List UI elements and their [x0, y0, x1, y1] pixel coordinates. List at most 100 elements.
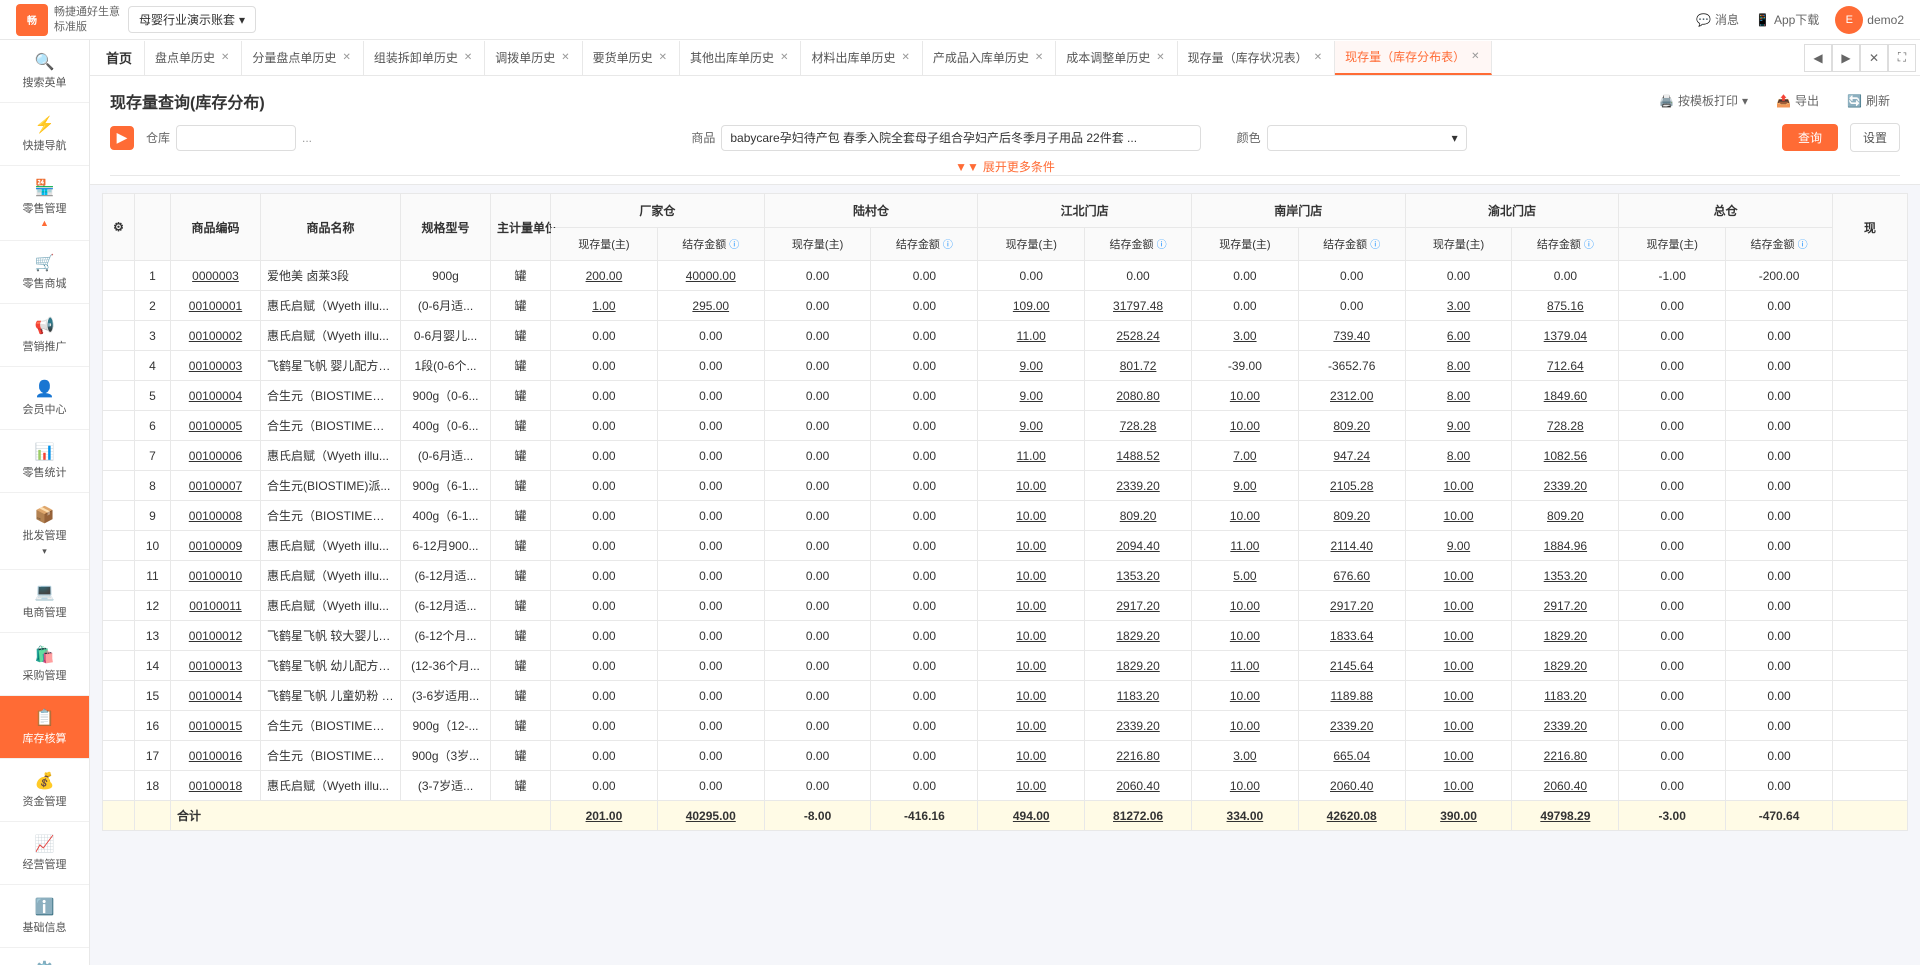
sidebar-item-search[interactable]: 🔍 搜索英单: [0, 40, 89, 103]
tab-close-icon[interactable]: ✕: [778, 50, 790, 65]
cell-spec: (6-12个月...: [401, 621, 491, 651]
sidebar-item-basic-info[interactable]: ℹ️ 基础信息: [0, 885, 89, 948]
cell-unit: 罐: [491, 621, 551, 651]
settings-icon[interactable]: ⚙: [113, 220, 124, 234]
color-select[interactable]: ▾: [1267, 125, 1467, 151]
cell-qty-0: 0.00: [551, 591, 658, 621]
sidebar-item-member[interactable]: 👤 会员中心: [0, 367, 89, 430]
settings-button[interactable]: 设置: [1850, 123, 1900, 152]
cell-qty-5: 0.00: [1619, 351, 1726, 381]
tab-product-in[interactable]: 产成品入库单历史 ✕: [923, 41, 1056, 75]
tab-close-icon[interactable]: ✕: [1469, 49, 1481, 64]
warehouse-input[interactable]: [176, 125, 296, 151]
tab-transfer[interactable]: 调拨单历史 ✕: [485, 41, 582, 75]
sidebar-item-retail-stats[interactable]: 📊 零售统计: [0, 430, 89, 493]
cell-amt-3: 2114.40: [1298, 531, 1405, 561]
sidebar-item-purchase[interactable]: 🛍️ 采购管理: [0, 633, 89, 696]
print-button[interactable]: 🖨️ 按模板打印 ▾: [1649, 88, 1758, 113]
cell-current: [1833, 681, 1908, 711]
cell-name: 合生元（BIOSTIME）...: [261, 711, 401, 741]
tab-order[interactable]: 要货单历史 ✕: [583, 41, 680, 75]
tab-inventory-check[interactable]: 盘点单历史 ✕: [145, 41, 242, 75]
warehouse-field: 仓库 ...: [146, 125, 679, 151]
cell-current: [1833, 261, 1908, 291]
sidebar-item-wholesale[interactable]: 📦 批发管理 ▾: [0, 493, 89, 570]
tab-close-icon[interactable]: ✕: [559, 50, 571, 65]
message-action[interactable]: 💬 消息: [1696, 11, 1739, 28]
tab-close-icon[interactable]: ✕: [1154, 50, 1166, 65]
sidebar-item-finance[interactable]: 💰 资金管理: [0, 759, 89, 822]
cell-current: [1833, 441, 1908, 471]
tab-prev-button[interactable]: ◀: [1804, 44, 1832, 72]
tab-close-icon[interactable]: ✕: [1312, 50, 1324, 65]
cell-unit: 罐: [491, 651, 551, 681]
sidebar-item-operations[interactable]: 📈 经营管理: [0, 822, 89, 885]
sidebar-item-ecommerce[interactable]: 💻 电商管理: [0, 570, 89, 633]
product-field: 商品: [691, 125, 1224, 151]
cell-amt-2: 2060.40: [1085, 771, 1192, 801]
chart-icon: 📈: [6, 834, 83, 854]
query-button[interactable]: 查询: [1782, 124, 1838, 151]
page-content: 现存量查询(库存分布) 🖨️ 按模板打印 ▾ 📤 导出: [90, 76, 1920, 965]
sidebar-item-retail-mgmt[interactable]: 🏪 零售管理 ▲: [0, 166, 89, 241]
th-settings[interactable]: ⚙: [103, 194, 135, 261]
sidebar-item-system[interactable]: ⚙️ 系统管理: [0, 948, 89, 965]
sidebar-item-quicknav[interactable]: ⚡ 快捷导航: [0, 103, 89, 166]
cell-settings: [103, 471, 135, 501]
tab-cost-adjust[interactable]: 成本调整单历史 ✕: [1056, 41, 1177, 75]
tab-next-button[interactable]: ▶: [1832, 44, 1860, 72]
marketing-icon: 📢: [6, 316, 83, 336]
tab-close-icon[interactable]: ✕: [1033, 50, 1045, 65]
cell-amt-0: 0.00: [657, 501, 764, 531]
cell-amt-2: 809.20: [1085, 501, 1192, 531]
cell-spec: (6-12月适...: [401, 561, 491, 591]
tab-out-history[interactable]: 其他出库单历史 ✕: [680, 41, 801, 75]
tab-close-icon[interactable]: ✕: [462, 50, 474, 65]
cell-name: 合生元（BIOSTIME）...: [261, 741, 401, 771]
nav-selector[interactable]: 母婴行业演示账套 ▾: [128, 6, 256, 33]
tab-stock-dist[interactable]: 现存量（库存分布表） ✕: [1335, 41, 1492, 75]
tab-material-out[interactable]: 材料出库单历史 ✕: [801, 41, 922, 75]
cell-unit: 罐: [491, 681, 551, 711]
export-button[interactable]: 📤 导出: [1766, 88, 1829, 113]
tab-assembly[interactable]: 组装拆卸单历史 ✕: [364, 41, 485, 75]
cell-qty-1: 0.00: [764, 741, 871, 771]
cell-qty-2: 10.00: [978, 561, 1085, 591]
sidebar-item-retail-shop[interactable]: 🛒 零售商城: [0, 241, 89, 304]
table-row: 18 00100018 惠氏启赋（Wyeth illu... (3-7岁适...…: [103, 771, 1908, 801]
sidebar-item-inventory[interactable]: 📋 库存核算: [0, 696, 89, 759]
cell-qty-3: 10.00: [1191, 591, 1298, 621]
cell-code: 00100012: [171, 621, 261, 651]
cell-qty-5: 0.00: [1619, 771, 1726, 801]
app-download-action[interactable]: 📱 App下载: [1755, 11, 1819, 28]
tab-close-icon[interactable]: ✕: [657, 50, 669, 65]
sidebar-item-marketing[interactable]: 📢 营销推广: [0, 304, 89, 367]
expand-more-btn[interactable]: ▼▼ 展开更多条件: [110, 158, 1900, 175]
cell-current: [1833, 471, 1908, 501]
cell-settings: [103, 561, 135, 591]
cell-qty-1: 0.00: [764, 711, 871, 741]
tab-stock-status[interactable]: 现存量（库存状况表） ✕: [1178, 41, 1335, 75]
user-area[interactable]: E demo2: [1835, 6, 1904, 34]
tab-fullscreen-button[interactable]: ⛶: [1888, 44, 1916, 72]
tab-close-icon[interactable]: ✕: [340, 50, 352, 65]
cell-qty-5: 0.00: [1619, 681, 1726, 711]
tab-sub-inventory-check[interactable]: 分量盘点单历史 ✕: [242, 41, 363, 75]
tab-home[interactable]: 首页: [94, 41, 145, 75]
cell-qty-3: 0.00: [1191, 291, 1298, 321]
cell-qty-4: 0.00: [1405, 261, 1512, 291]
cell-spec: (3-7岁适...: [401, 771, 491, 801]
cell-qty-5: 0.00: [1619, 561, 1726, 591]
cell-amt-4: 875.16: [1512, 291, 1619, 321]
cell-amt-2: 2339.20: [1085, 471, 1192, 501]
tab-close-all-button[interactable]: ✕: [1860, 44, 1888, 72]
tab-close-icon[interactable]: ✕: [899, 50, 911, 65]
cell-name: 合生元（BIOSTIME）...: [261, 381, 401, 411]
th-nanan-amt: 结存金额 ⓘ: [1298, 228, 1405, 261]
product-input[interactable]: [721, 125, 1201, 151]
refresh-button[interactable]: 🔄 刷新: [1837, 88, 1900, 113]
tab-close-icon[interactable]: ✕: [219, 50, 231, 65]
cell-unit: 罐: [491, 291, 551, 321]
cell-current: [1833, 591, 1908, 621]
filter-toggle[interactable]: ▶: [110, 126, 134, 150]
